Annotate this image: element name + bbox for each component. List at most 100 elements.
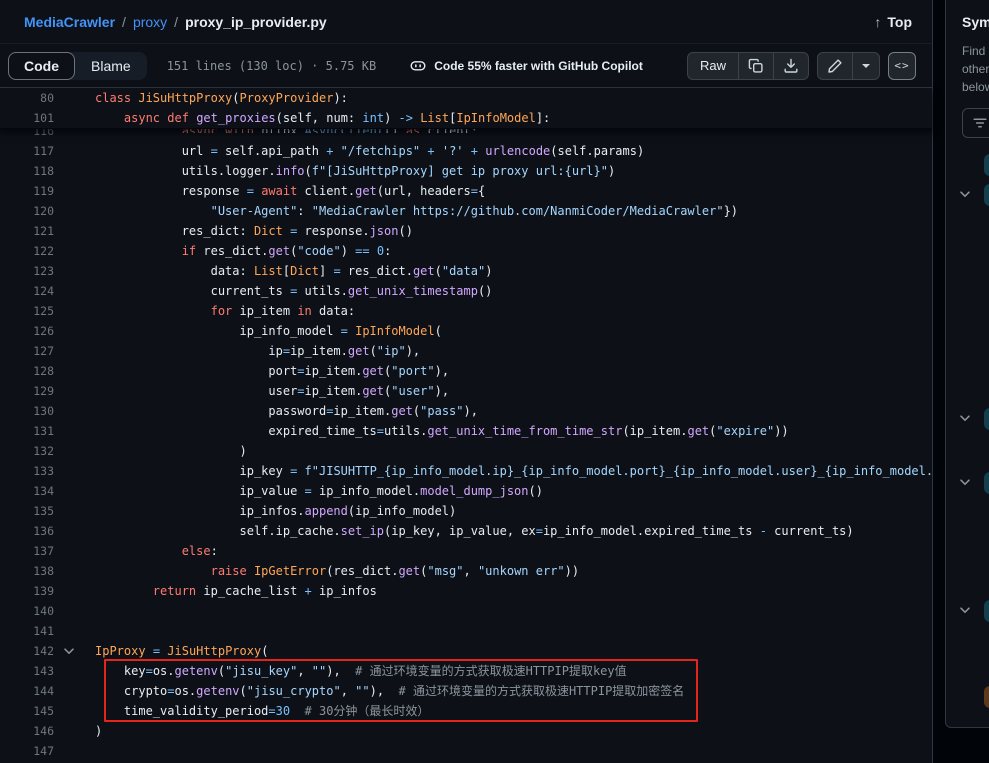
symbols-panel-title: Symbols: [962, 14, 989, 30]
copy-button[interactable]: [738, 53, 773, 79]
line-number[interactable]: 121: [0, 221, 60, 241]
download-button[interactable]: [773, 53, 808, 79]
edit-dropdown-button[interactable]: [852, 53, 879, 79]
chevron-down-icon[interactable]: [960, 415, 970, 422]
edit-button[interactable]: [818, 53, 852, 79]
tab-code[interactable]: Code: [8, 52, 75, 80]
annotation-highlight-box: [104, 659, 698, 722]
symbol-pill[interactable]: [984, 600, 989, 622]
symbols-description-line: other symbols in this file by clicking a…: [962, 60, 989, 78]
copilot-text: Code 55% faster with GitHub Copilot: [434, 59, 643, 73]
symbol-pill[interactable]: [984, 686, 989, 708]
fold-spacer: [60, 541, 78, 561]
fold-spacer: [60, 701, 78, 721]
symbols-panel-description: Find definitions and references for func…: [962, 42, 989, 96]
breadcrumb-separator: /: [174, 14, 178, 30]
code-line: 129 user=ip_item.get("user"),: [0, 381, 932, 401]
line-number[interactable]: 127: [0, 341, 60, 361]
code-line: 132 ): [0, 441, 932, 461]
line-number[interactable]: 143: [0, 661, 60, 681]
line-number[interactable]: 132: [0, 441, 60, 461]
line-number[interactable]: 122: [0, 241, 60, 261]
code-text: async with httpx.AsyncClient() as client…: [78, 129, 932, 133]
line-number[interactable]: 139: [0, 581, 60, 601]
code-text: [78, 601, 932, 621]
symbol-pill[interactable]: [984, 408, 989, 430]
code-line: 134 ip_value = ip_info_model.model_dump_…: [0, 481, 932, 501]
code-line: 147: [0, 741, 932, 761]
fold-spacer: [60, 381, 78, 401]
line-number[interactable]: 123: [0, 261, 60, 281]
symbol-pill[interactable]: [984, 472, 989, 494]
line-number[interactable]: 120: [0, 201, 60, 221]
line-number[interactable]: 126: [0, 321, 60, 341]
symbols-panel-toggle[interactable]: <>: [888, 52, 916, 80]
line-number[interactable]: 140: [0, 601, 60, 621]
fold-spacer: [60, 481, 78, 501]
fold-spacer: [60, 401, 78, 421]
tab-blame[interactable]: Blame: [75, 52, 147, 80]
code-symbols-icon: <>: [894, 59, 909, 72]
chevron-down-icon[interactable]: [960, 191, 970, 198]
symbols-description-line: Find definitions and references for func…: [962, 42, 989, 60]
code-line: 80class JiSuHttpProxy(ProxyProvider):: [0, 88, 932, 108]
line-number[interactable]: 135: [0, 501, 60, 521]
code-text: ip_info_model = IpInfoModel(: [78, 321, 932, 341]
code-line: 126 ip_info_model = IpInfoModel(: [0, 321, 932, 341]
line-number[interactable]: 130: [0, 401, 60, 421]
line-number[interactable]: 136: [0, 521, 60, 541]
code-line: 118 utils.logger.info(f"[JiSuHttpProxy] …: [0, 161, 932, 181]
line-number[interactable]: 128: [0, 361, 60, 381]
code-text: res_dict: Dict = response.json(): [78, 221, 932, 241]
code-line: 117 url = self.api_path + "/fetchips" + …: [0, 141, 932, 161]
line-number[interactable]: 124: [0, 281, 60, 301]
symbol-pill[interactable]: [984, 154, 989, 176]
line-number[interactable]: 131: [0, 421, 60, 441]
line-number[interactable]: 147: [0, 741, 60, 761]
line-number[interactable]: 145: [0, 701, 60, 721]
caret-down-icon: [862, 64, 870, 68]
code-text: for ip_item in data:: [78, 301, 932, 321]
code-line: 127 ip=ip_item.get("ip"),: [0, 341, 932, 361]
line-number[interactable]: 129: [0, 381, 60, 401]
breadcrumb: MediaCrawler / proxy / proxy_ip_provider…: [0, 0, 932, 44]
fold-spacer: [60, 261, 78, 281]
fold-spacer: [60, 341, 78, 361]
line-number[interactable]: 146: [0, 721, 60, 741]
chevron-down-icon[interactable]: [960, 479, 970, 486]
line-number[interactable]: 101: [0, 108, 60, 128]
line-number[interactable]: 80: [0, 88, 60, 108]
line-number[interactable]: 116: [0, 129, 60, 133]
breadcrumb-folder-link[interactable]: proxy: [133, 14, 167, 30]
line-number[interactable]: 125: [0, 301, 60, 321]
raw-button[interactable]: Raw: [688, 53, 738, 79]
up-arrow-icon: ↑: [874, 14, 881, 30]
line-number[interactable]: 144: [0, 681, 60, 701]
line-number[interactable]: 117: [0, 141, 60, 161]
back-to-top-button[interactable]: ↑ Top: [874, 14, 912, 30]
chevron-down-icon[interactable]: [960, 607, 970, 614]
line-number[interactable]: 137: [0, 541, 60, 561]
symbol-pill[interactable]: [984, 184, 989, 206]
fold-spacer: [60, 161, 78, 181]
code-line: 142IpProxy = JiSuHttpProxy(: [0, 641, 932, 661]
copilot-banner: Code 55% faster with GitHub Copilot: [410, 58, 643, 74]
code-line: 125 for ip_item in data:: [0, 301, 932, 321]
line-number[interactable]: 138: [0, 561, 60, 581]
code-line: 138 raise IpGetError(res_dict.get("msg",…: [0, 561, 932, 581]
line-number[interactable]: 134: [0, 481, 60, 501]
code-text: raise IpGetError(res_dict.get("msg", "un…: [78, 561, 932, 581]
code-text: port=ip_item.get("port"),: [78, 361, 932, 381]
code-text: ip_value = ip_info_model.model_dump_json…: [78, 481, 932, 501]
code-text: current_ts = utils.get_unix_timestamp(): [78, 281, 932, 301]
line-number[interactable]: 133: [0, 461, 60, 481]
code-text: ): [78, 721, 932, 741]
line-number[interactable]: 141: [0, 621, 60, 641]
code-text: return ip_cache_list + ip_infos: [78, 581, 932, 601]
fold-chevron-icon[interactable]: [60, 641, 78, 661]
pencil-icon: [827, 58, 843, 74]
line-number[interactable]: 118: [0, 161, 60, 181]
breadcrumb-repo-link[interactable]: MediaCrawler: [24, 14, 115, 30]
line-number[interactable]: 142: [0, 641, 60, 661]
line-number[interactable]: 119: [0, 181, 60, 201]
